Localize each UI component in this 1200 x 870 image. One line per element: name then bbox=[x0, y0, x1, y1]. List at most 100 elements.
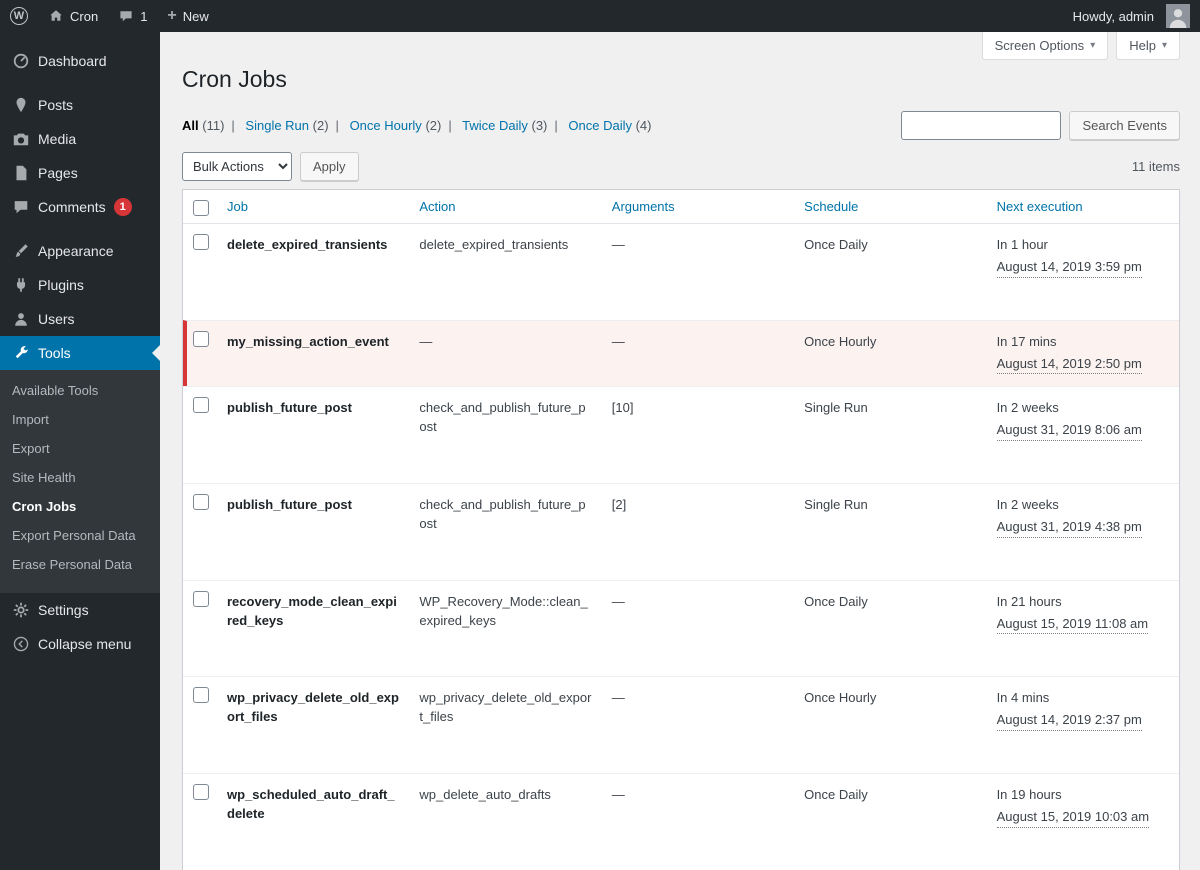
sidebar-label: Plugins bbox=[38, 277, 84, 293]
sidebar-label: Settings bbox=[38, 602, 89, 618]
next-execution-relative: In 2 weeks bbox=[996, 497, 1059, 513]
dashboard-icon bbox=[12, 52, 30, 70]
next-execution-relative: In 17 mins bbox=[996, 333, 1057, 349]
row-checkbox[interactable] bbox=[193, 687, 209, 704]
sidebar-item-pages[interactable]: Pages bbox=[0, 156, 160, 190]
next-execution-relative: In 1 hour bbox=[996, 237, 1048, 252]
row-checkbox[interactable] bbox=[193, 494, 209, 511]
home-icon bbox=[48, 8, 64, 24]
site-name-link[interactable]: Cron bbox=[38, 0, 108, 32]
sidebar-item-comments[interactable]: Comments 1 bbox=[0, 190, 160, 224]
sidebar-item-settings[interactable]: Settings bbox=[0, 593, 160, 627]
filter-all[interactable]: All (11) bbox=[182, 118, 224, 133]
next-execution-date: August 31, 2019 4:38 pm bbox=[996, 518, 1142, 538]
row-checkbox[interactable] bbox=[193, 234, 209, 250]
sidebar-item-available-tools[interactable]: Available Tools bbox=[0, 376, 160, 405]
sidebar-item-media[interactable]: Media bbox=[0, 122, 160, 156]
sidebar-item-import[interactable]: Import bbox=[0, 405, 160, 434]
search-input[interactable] bbox=[901, 111, 1062, 140]
tools-submenu: Available Tools Import Export Site Healt… bbox=[0, 370, 160, 593]
job-schedule: Once Hourly bbox=[794, 319, 987, 387]
sidebar-item-users[interactable]: Users bbox=[0, 302, 160, 336]
select-all-checkbox[interactable] bbox=[193, 200, 209, 216]
search-events-button[interactable]: Search Events bbox=[1069, 111, 1180, 140]
adminbar-new-link[interactable]: + New bbox=[157, 0, 218, 32]
filter-separator: | bbox=[554, 118, 558, 133]
job-action: wp_delete_auto_drafts bbox=[409, 773, 602, 870]
sidebar-item-cron-jobs[interactable]: Cron Jobs bbox=[0, 492, 160, 521]
job-arguments: — bbox=[601, 773, 795, 870]
adminbar-comments-link[interactable]: 1 bbox=[108, 0, 157, 32]
sidebar-item-export-personal-data[interactable]: Export Personal Data bbox=[0, 521, 160, 550]
sidebar-label: Media bbox=[38, 131, 77, 147]
job-next-execution: In 2 weeks August 31, 2019 8:06 am bbox=[986, 386, 1179, 483]
bulk-actions-row: Bulk Actions Apply 11 items bbox=[182, 152, 1180, 181]
sidebar-item-dashboard[interactable]: Dashboard bbox=[0, 44, 160, 78]
sidebar-item-plugins[interactable]: Plugins bbox=[0, 268, 160, 302]
settings-icon bbox=[12, 601, 30, 619]
row-checkbox[interactable] bbox=[193, 330, 209, 347]
sidebar-item-tools[interactable]: Tools bbox=[0, 336, 160, 370]
sidebar-item-appearance[interactable]: Appearance bbox=[0, 234, 160, 268]
screen-options-button[interactable]: Screen Options ▾ bbox=[981, 32, 1109, 60]
next-execution-relative: In 2 weeks bbox=[996, 400, 1059, 416]
comments-icon bbox=[12, 198, 30, 216]
filter-separator: | bbox=[335, 118, 339, 133]
plus-icon: + bbox=[167, 7, 177, 24]
menu-separator bbox=[0, 224, 160, 234]
job-arguments: — bbox=[611, 237, 625, 252]
sidebar-label: Dashboard bbox=[38, 53, 107, 69]
items-count: 11 items bbox=[1131, 159, 1180, 174]
avatar bbox=[1166, 4, 1190, 28]
filter-twice-daily[interactable]: Twice Daily (3) bbox=[462, 118, 547, 133]
column-header-arguments[interactable]: Arguments bbox=[612, 199, 675, 214]
wp-logo-menu[interactable]: W bbox=[0, 0, 38, 32]
job-schedule: Once Daily bbox=[794, 579, 987, 677]
job-next-execution: In 4 mins August 14, 2019 2:37 pm bbox=[986, 676, 1179, 773]
sidebar-item-site-health[interactable]: Site Health bbox=[0, 463, 160, 492]
posts-icon bbox=[12, 96, 30, 114]
job-schedule: Once Hourly bbox=[794, 676, 987, 773]
tools-icon bbox=[12, 344, 30, 362]
job-next-execution: In 21 hours August 15, 2019 11:08 am bbox=[986, 579, 1179, 677]
collapse-menu-button[interactable]: Collapse menu bbox=[0, 627, 160, 661]
sidebar-item-export[interactable]: Export bbox=[0, 434, 160, 463]
help-button[interactable]: Help ▾ bbox=[1116, 32, 1180, 60]
row-checkbox[interactable] bbox=[193, 397, 209, 414]
filter-separator: | bbox=[448, 118, 452, 133]
chevron-down-icon: ▾ bbox=[1090, 40, 1096, 51]
table-row: recovery_mode_clean_expired_keys WP_Reco… bbox=[183, 579, 1179, 677]
howdy-account-menu[interactable]: Howdy, admin bbox=[1063, 0, 1200, 32]
job-schedule: Single Run bbox=[794, 386, 987, 483]
job-next-execution: In 17 mins August 14, 2019 2:50 pm bbox=[986, 319, 1179, 387]
next-execution-date: August 14, 2019 2:37 pm bbox=[996, 711, 1142, 732]
sidebar-label: Posts bbox=[38, 97, 74, 113]
wordpress-logo-icon: W bbox=[10, 7, 28, 25]
bulk-actions-select[interactable]: Bulk Actions bbox=[182, 152, 292, 181]
adminbar-comment-count: 1 bbox=[140, 8, 148, 24]
row-checkbox[interactable] bbox=[193, 590, 209, 607]
job-action: WP_Recovery_Mode::clean_expired_keys bbox=[409, 579, 602, 677]
comment-bubble-icon bbox=[118, 8, 134, 24]
filters-row: All (11) | Single Run (2) | Once Hourly (2… bbox=[182, 111, 1180, 140]
column-header-action[interactable]: Action bbox=[419, 199, 455, 214]
pages-icon bbox=[12, 164, 30, 182]
table-row-missing-action: my_missing_action_event — — Once Hourly … bbox=[183, 319, 1179, 387]
sidebar-item-erase-personal-data[interactable]: Erase Personal Data bbox=[0, 550, 160, 579]
filter-once-hourly[interactable]: Once Hourly (2) bbox=[350, 118, 442, 133]
job-next-execution: In 19 hours August 15, 2019 10:03 am bbox=[986, 773, 1179, 870]
sidebar-label: Tools bbox=[38, 345, 71, 361]
filter-single-run[interactable]: Single Run (2) bbox=[245, 118, 328, 133]
apply-button[interactable]: Apply bbox=[300, 152, 359, 181]
row-checkbox[interactable] bbox=[193, 784, 209, 801]
users-icon bbox=[12, 310, 30, 328]
job-action: wp_privacy_delete_old_export_files bbox=[409, 676, 602, 773]
filter-once-daily[interactable]: Once Daily (4) bbox=[568, 118, 651, 133]
column-header-next-execution[interactable]: Next execution bbox=[997, 199, 1083, 214]
column-header-job[interactable]: Job bbox=[227, 199, 248, 214]
job-name: delete_expired_transients bbox=[227, 237, 388, 252]
collapse-icon bbox=[12, 635, 30, 653]
sidebar-item-posts[interactable]: Posts bbox=[0, 88, 160, 122]
filter-links: All (11) | Single Run (2) | Once Hourly (2… bbox=[182, 118, 651, 133]
column-header-schedule[interactable]: Schedule bbox=[804, 199, 858, 214]
